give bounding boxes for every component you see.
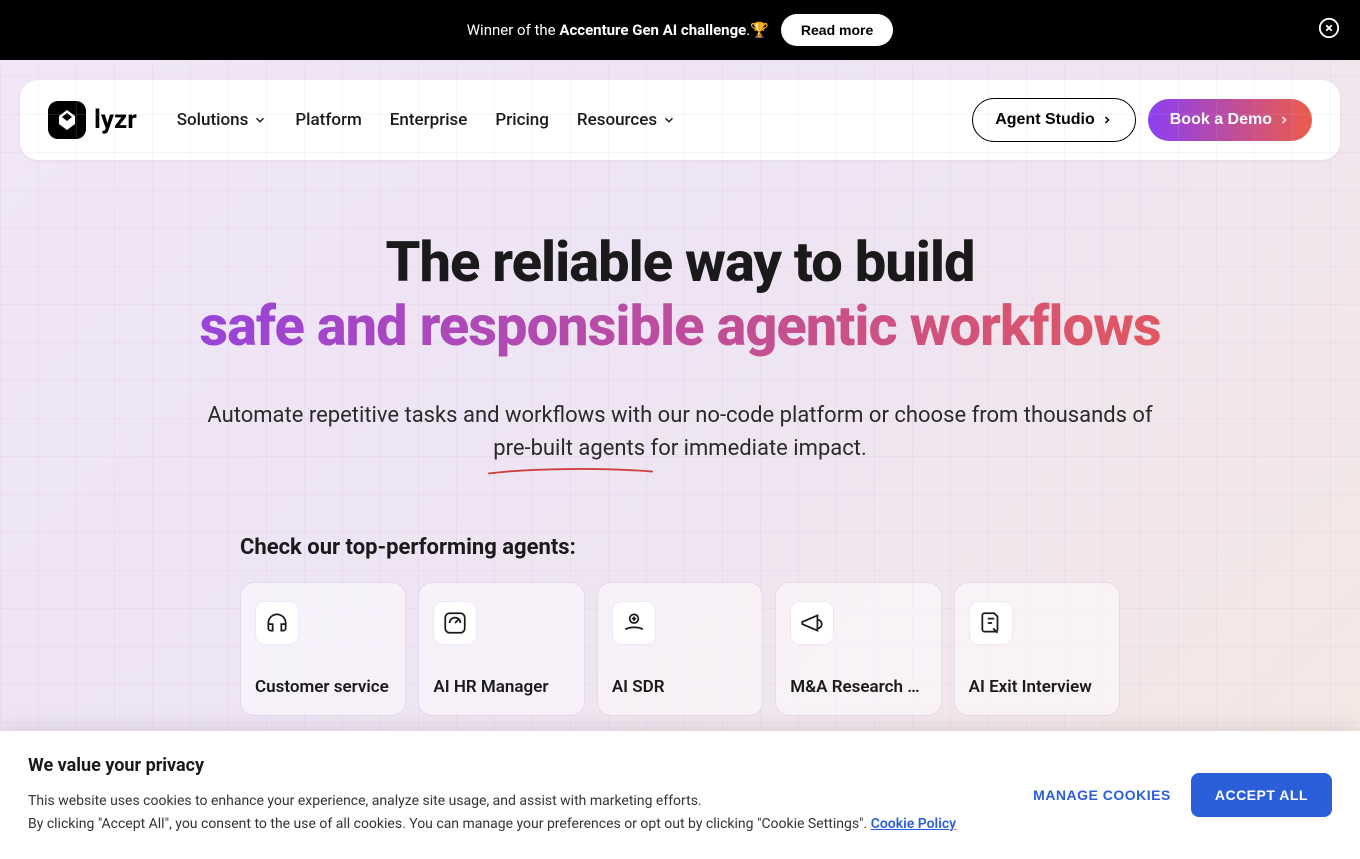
hero-title-line2: safe and responsible agentic workflows xyxy=(20,294,1340,358)
agent-label: Customer service xyxy=(255,677,391,697)
agents-heading: Check our top-performing agents: xyxy=(240,535,1120,560)
agent-label: M&A Research Agent xyxy=(790,677,926,697)
agent-studio-button[interactable]: Agent Studio xyxy=(972,98,1136,142)
agent-label: AI HR Manager xyxy=(433,677,569,697)
chevron-right-icon xyxy=(1101,114,1113,126)
agent-card-ma-research[interactable]: M&A Research Agent xyxy=(775,582,941,716)
nav-enterprise[interactable]: Enterprise xyxy=(390,110,468,130)
logo-text: lyzr xyxy=(94,105,137,135)
underline-decoration xyxy=(487,466,654,477)
logo[interactable]: lyzr xyxy=(48,101,137,139)
cookie-policy-link[interactable]: Cookie Policy xyxy=(871,816,956,832)
agent-card-exit-interview[interactable]: AI Exit Interview xyxy=(954,582,1120,716)
nav-solutions[interactable]: Solutions xyxy=(177,110,268,130)
chevron-right-icon xyxy=(1278,114,1290,126)
agent-card-customer-service[interactable]: Customer service xyxy=(240,582,406,716)
read-more-button[interactable]: Read more xyxy=(781,14,893,46)
manage-cookies-button[interactable]: MANAGE COOKIES xyxy=(1033,787,1171,803)
nav-platform[interactable]: Platform xyxy=(295,110,361,130)
close-icon[interactable] xyxy=(1318,17,1340,43)
announcement-banner: Winner of the Accenture Gen AI challenge… xyxy=(0,0,1360,60)
money-hand-icon xyxy=(612,601,656,645)
chevron-down-icon xyxy=(662,113,676,127)
agent-card-hr-manager[interactable]: AI HR Manager xyxy=(418,582,584,716)
headset-icon xyxy=(255,601,299,645)
navbar: lyzr Solutions Platform Enterprise Prici… xyxy=(20,80,1340,160)
megaphone-icon xyxy=(790,601,834,645)
accept-all-button[interactable]: ACCEPT ALL xyxy=(1191,773,1332,817)
agent-label: AI SDR xyxy=(612,677,748,697)
document-edit-icon xyxy=(969,601,1013,645)
agent-card-sdr[interactable]: AI SDR xyxy=(597,582,763,716)
hero-title-line1: The reliable way to build xyxy=(20,230,1340,294)
cookie-heading: We value your privacy xyxy=(28,755,993,776)
cookie-text: This website uses cookies to enhance you… xyxy=(28,790,993,835)
cookie-banner: We value your privacy This website uses … xyxy=(0,731,1360,859)
nav-pricing[interactable]: Pricing xyxy=(495,110,549,130)
gauge-icon xyxy=(433,601,477,645)
book-demo-button[interactable]: Book a Demo xyxy=(1148,99,1312,141)
hero-subtitle: Automate repetitive tasks and workflows … xyxy=(185,399,1175,465)
logo-icon xyxy=(48,101,86,139)
agent-label: AI Exit Interview xyxy=(969,677,1105,697)
chevron-down-icon xyxy=(253,113,267,127)
nav-resources[interactable]: Resources xyxy=(577,110,676,130)
banner-text: Winner of the Accenture Gen AI challenge… xyxy=(467,21,769,39)
